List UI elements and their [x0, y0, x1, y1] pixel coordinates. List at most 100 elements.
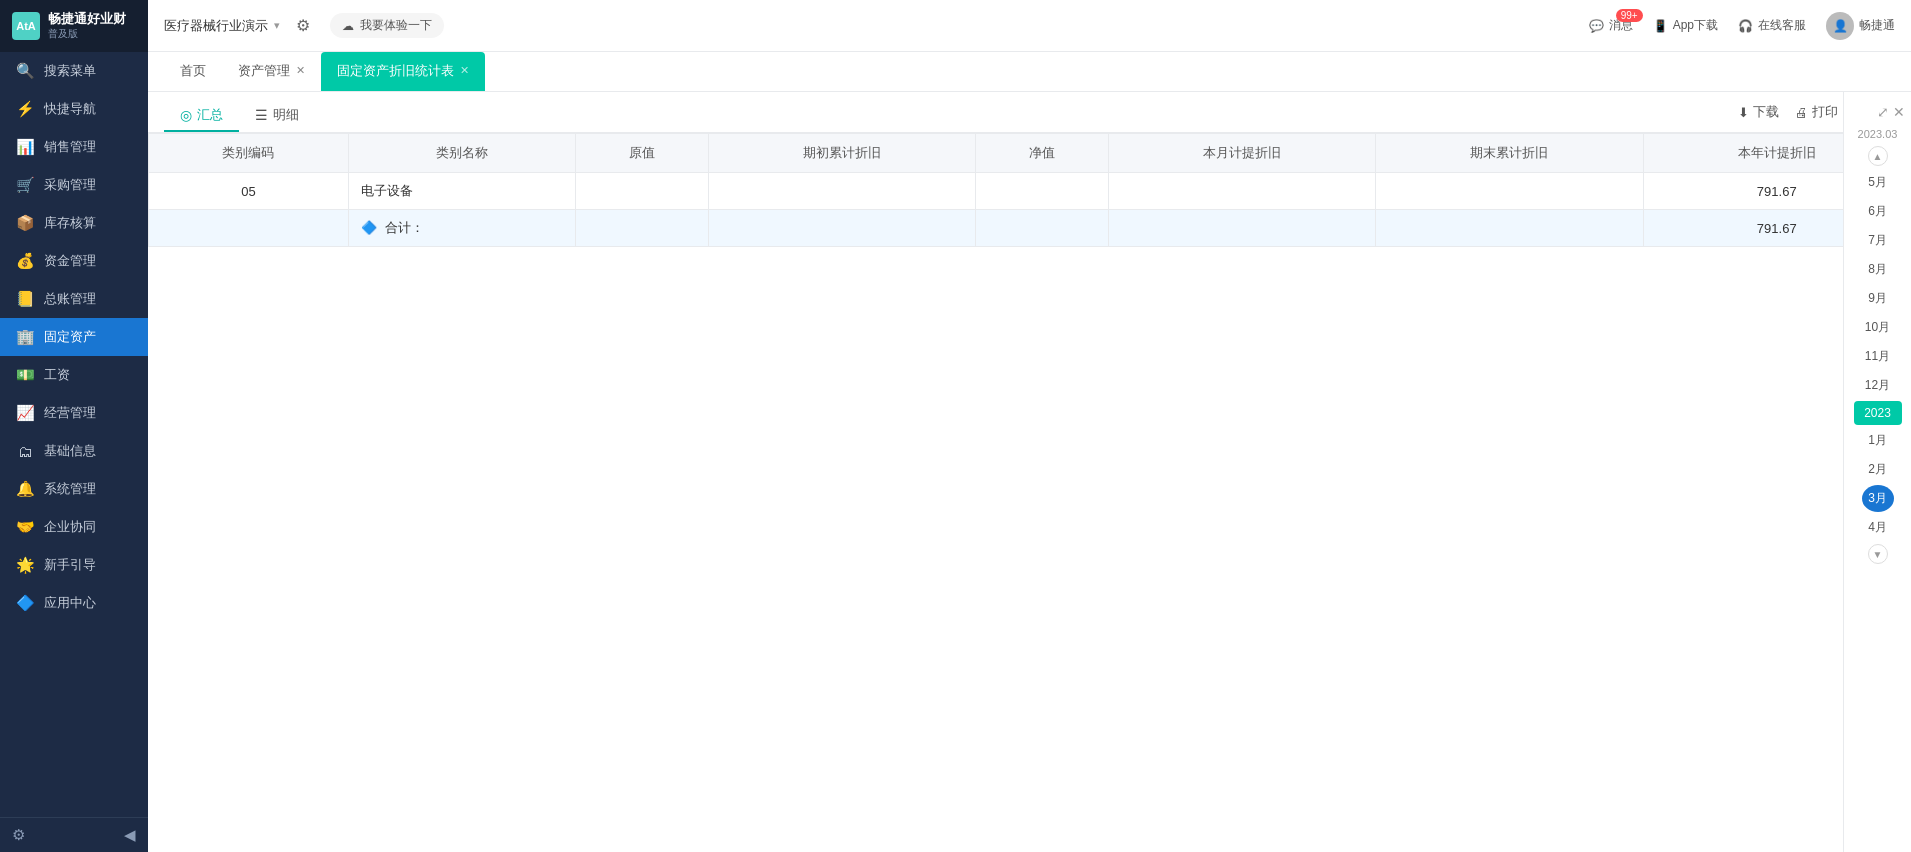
sub-tab-detail-label: 明细 [273, 106, 299, 124]
experience-label: 我要体验一下 [360, 17, 432, 34]
tab-asset-mgmt-label: 资产管理 [238, 62, 290, 80]
salary-icon: 💵 [16, 366, 34, 384]
date-month-2[interactable]: 2月 [1854, 456, 1902, 483]
sidebar-item-label: 应用中心 [44, 594, 96, 612]
book-icon: 📒 [16, 290, 34, 308]
sidebar-footer: ⚙ ◀ [0, 817, 148, 852]
total-net [976, 210, 1108, 247]
online-service-button[interactable]: 🎧 在线客服 [1738, 17, 1806, 34]
year-2023-badge[interactable]: 2023 [1854, 401, 1902, 425]
messages-button[interactable]: 💬 消息 99+ [1589, 17, 1633, 34]
chevron-down-icon: ▾ [274, 19, 280, 32]
cloud-icon: ☁ [342, 19, 354, 33]
cell-monthly [1108, 173, 1375, 210]
star-icon: 🌟 [16, 556, 34, 574]
sidebar-item-basic-info[interactable]: 🗂 基础信息 [0, 432, 148, 470]
app-download-button[interactable]: 📱 App下载 [1653, 17, 1718, 34]
date-panel-close-icon[interactable]: ✕ [1893, 104, 1905, 120]
date-panel-header: ⤢ ✕ [1844, 100, 1911, 124]
print-button[interactable]: 🖨 打印 [1795, 103, 1838, 121]
user-profile[interactable]: 👤 畅捷通 [1826, 12, 1895, 40]
sidebar-item-search[interactable]: 🔍 搜索菜单 [0, 52, 148, 90]
date-month-10[interactable]: 10月 [1854, 314, 1902, 341]
settings-icon[interactable]: ⚙ [12, 826, 25, 844]
sidebar-item-ledger[interactable]: 📒 总账管理 [0, 280, 148, 318]
sidebar-item-system[interactable]: 🔔 系统管理 [0, 470, 148, 508]
sidebar-item-sales[interactable]: 📊 销售管理 [0, 128, 148, 166]
total-initial [708, 210, 975, 247]
col-name: 类别名称 [348, 134, 576, 173]
print-label: 打印 [1812, 103, 1838, 121]
col-initial-accumulated: 期初累计折旧 [708, 134, 975, 173]
download-icon: ⬇ [1738, 105, 1749, 120]
total-empty [149, 210, 349, 247]
date-month-3-selected[interactable]: 3月 [1862, 485, 1894, 512]
sidebar-item-fixed-assets[interactable]: 🏢 固定资产 [0, 318, 148, 356]
cell-initial-accumulated [708, 173, 975, 210]
sidebar-nav: 🔍 搜索菜单 ⚡ 快捷导航 📊 销售管理 🛒 采购管理 📦 库存核算 💰 资金管… [0, 52, 148, 817]
company-selector[interactable]: 医疗器械行业演示 ▾ [164, 17, 280, 35]
tab-depreciation-close-icon[interactable]: ✕ [460, 64, 469, 77]
chart-icon: 📊 [16, 138, 34, 156]
col-code: 类别编码 [149, 134, 349, 173]
sidebar-item-guide[interactable]: 🌟 新手引导 [0, 546, 148, 584]
download-button[interactable]: ⬇ 下载 [1738, 103, 1779, 121]
collapse-icon[interactable]: ◀ [124, 826, 136, 844]
cell-name: 电子设备 [348, 173, 576, 210]
scroll-up-button[interactable]: ▲ [1868, 146, 1888, 166]
sidebar-item-quick-nav[interactable]: ⚡ 快捷导航 [0, 90, 148, 128]
sub-tab-summary-label: 汇总 [197, 106, 223, 124]
sub-tab-detail[interactable]: ☰ 明细 [239, 100, 315, 132]
tab-home[interactable]: 首页 [164, 52, 222, 91]
tab-depreciation-label: 固定资产折旧统计表 [337, 62, 454, 80]
tab-asset-mgmt[interactable]: 资产管理 ✕ [222, 52, 321, 91]
sidebar-item-purchase[interactable]: 🛒 采购管理 [0, 166, 148, 204]
sidebar-item-finance[interactable]: 💰 资金管理 [0, 242, 148, 280]
topbar-right: 💬 消息 99+ 📱 App下载 🎧 在线客服 👤 畅捷通 [1589, 12, 1895, 40]
cell-code: 05 [149, 173, 349, 210]
sidebar-item-label: 企业协同 [44, 518, 96, 536]
sidebar-item-inventory[interactable]: 📦 库存核算 [0, 204, 148, 242]
sidebar-item-enterprise[interactable]: 🤝 企业协同 [0, 508, 148, 546]
sidebar-item-label: 系统管理 [44, 480, 96, 498]
expand-icon[interactable]: ⤢ [1877, 104, 1889, 120]
sidebar-item-label: 采购管理 [44, 176, 96, 194]
date-month-8[interactable]: 8月 [1854, 256, 1902, 283]
date-month-6[interactable]: 6月 [1854, 198, 1902, 225]
date-month-12[interactable]: 12月 [1854, 372, 1902, 399]
tab-depreciation[interactable]: 固定资产折旧统计表 ✕ [321, 52, 485, 91]
summary-icon: ◎ [180, 107, 192, 123]
date-month-1[interactable]: 1月 [1854, 427, 1902, 454]
table-header-row: 类别编码 类别名称 原值 期初累计折旧 净值 本月计提折旧 期末累计折旧 本年计… [149, 134, 1911, 173]
col-period-end: 期末累计折旧 [1376, 134, 1643, 173]
sidebar-item-label: 快捷导航 [44, 100, 96, 118]
settings-gear-icon[interactable]: ⚙ [296, 16, 310, 35]
cart-icon: 🛒 [16, 176, 34, 194]
date-month-11[interactable]: 11月 [1854, 343, 1902, 370]
search-icon: 🔍 [16, 62, 34, 80]
handshake-icon: 🤝 [16, 518, 34, 536]
content-area: ◎ 汇总 ☰ 明细 ⬇ 下载 🖨 打印 ↻ 刷新 [148, 92, 1911, 852]
apps-icon: 🔷 [16, 594, 34, 612]
date-month-4[interactable]: 4月 [1854, 514, 1902, 541]
date-month-7[interactable]: 7月 [1854, 227, 1902, 254]
experience-button[interactable]: ☁ 我要体验一下 [330, 13, 444, 38]
sidebar-item-ops[interactable]: 📈 经营管理 [0, 394, 148, 432]
col-monthly: 本月计提折旧 [1108, 134, 1375, 173]
sidebar-item-app-center[interactable]: 🔷 应用中心 [0, 584, 148, 622]
table-row: 05 电子设备 791.67 [149, 173, 1911, 210]
main-area: 医疗器械行业演示 ▾ ⚙ ☁ 我要体验一下 💬 消息 99+ 📱 App下载 🎧… [148, 0, 1911, 852]
sub-tab-summary[interactable]: ◎ 汇总 [164, 100, 239, 132]
date-month-5[interactable]: 5月 [1854, 169, 1902, 196]
avatar: 👤 [1826, 12, 1854, 40]
detail-icon: ☰ [255, 107, 268, 123]
sidebar-item-salary[interactable]: 💵 工资 [0, 356, 148, 394]
date-month-9[interactable]: 9月 [1854, 285, 1902, 312]
app-logo: AtA [12, 12, 40, 40]
sidebar-item-label: 固定资产 [44, 328, 96, 346]
sidebar-item-label: 经营管理 [44, 404, 96, 422]
message-icon: 💬 [1589, 19, 1604, 33]
tab-asset-mgmt-close-icon[interactable]: ✕ [296, 64, 305, 77]
tab-home-label: 首页 [180, 62, 206, 80]
scroll-down-button[interactable]: ▼ [1868, 544, 1888, 564]
